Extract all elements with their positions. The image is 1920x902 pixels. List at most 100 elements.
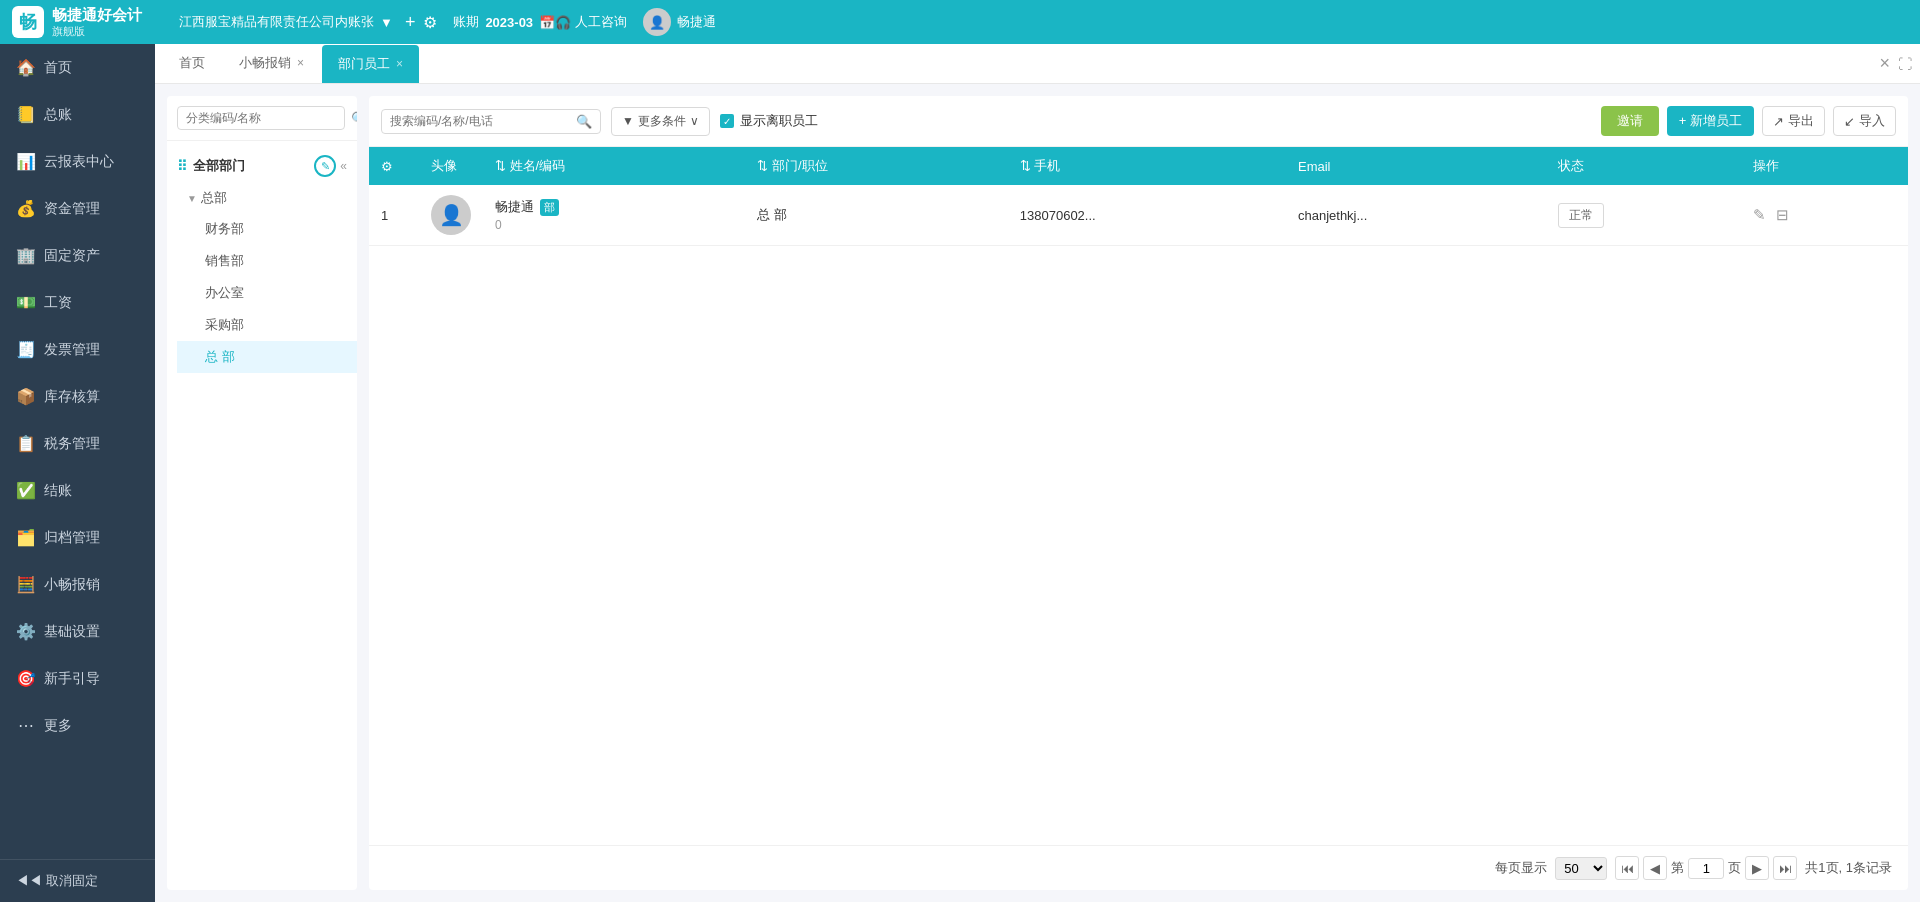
logout-icon[interactable]: ⊟	[1776, 206, 1789, 224]
header-add-btn[interactable]: +	[405, 12, 416, 33]
col-name[interactable]: ⇅ 姓名/编码	[483, 147, 745, 185]
last-page-btn[interactable]: ⏭	[1773, 856, 1797, 880]
dept-item-headquarter[interactable]: ▼ 总部	[177, 183, 357, 213]
sidebar-item-reports[interactable]: 📊 云报表中心	[0, 138, 155, 185]
sidebar-item-settings[interactable]: ⚙️ 基础设置	[0, 608, 155, 655]
consult-btn[interactable]: 🎧 人工咨询	[555, 13, 627, 31]
action-icons-container: ✎ ⊟	[1753, 206, 1896, 224]
cell-email: chanjethkj...	[1286, 185, 1546, 246]
guide-icon: 🎯	[16, 669, 36, 688]
tab-expense[interactable]: 小畅报销 ×	[223, 45, 320, 83]
search-icon[interactable]: 🔍	[576, 114, 592, 129]
sidebar-item-payroll[interactable]: 💵 工资	[0, 279, 155, 326]
col-settings[interactable]: ⚙	[369, 147, 419, 185]
name-badge-container: 畅捷通 部	[495, 198, 733, 216]
page-input[interactable]	[1688, 858, 1724, 879]
search-box: 🔍	[381, 109, 601, 134]
chevron-down-icon-filter: ∨	[690, 114, 699, 128]
sidebar-item-closing[interactable]: ✅ 结账	[0, 467, 155, 514]
sidebar-item-guide[interactable]: 🎯 新手引导	[0, 655, 155, 702]
sidebar-item-home[interactable]: 🏠 首页	[0, 44, 155, 91]
invite-button[interactable]: 邀请	[1601, 106, 1659, 136]
employee-toolbar: 🔍 ▼ 更多条件 ∨ ✓ 显示离职员工 邀请 + 新增员工	[369, 96, 1908, 147]
dept-item-finance[interactable]: 财务部	[177, 213, 357, 245]
maximize-icon[interactable]: ⛶	[1898, 56, 1912, 72]
consult-label: 人工咨询	[575, 13, 627, 31]
expense-icon: 🧮	[16, 575, 36, 594]
sidebar-item-capital[interactable]: 💰 资金管理	[0, 185, 155, 232]
sidebar-label-payroll: 工资	[44, 294, 72, 312]
user-menu[interactable]: 👤 畅捷通	[643, 8, 716, 36]
top-header: 畅 畅捷通好会计 旗舰版 江西服宝精品有限责任公司内账张 ▼ + ⚙ 账期 20…	[0, 0, 1920, 44]
dept-item-purchase[interactable]: 采购部	[177, 309, 357, 341]
table-footer: 每页显示 50 100 200 ⏮ ◀ 第 页 ▶ ⏭	[369, 845, 1908, 890]
col-dept[interactable]: ⇅ 部门/职位	[745, 147, 1007, 185]
import-button[interactable]: ↙ 导入	[1833, 106, 1896, 136]
cell-index: 1	[369, 185, 419, 246]
ledger-icon: 📒	[16, 105, 36, 124]
add-employee-button[interactable]: + 新增员工	[1667, 106, 1754, 136]
show-resigned-checkbox[interactable]: ✓	[720, 114, 734, 128]
table-header: ⚙ 头像 ⇅ 姓名/编码 ⇅ 部门/职位 ⇅ 手机 Email 状态 操作	[369, 147, 1908, 185]
sidebar-item-expense[interactable]: 🧮 小畅报销	[0, 561, 155, 608]
capital-icon: 💰	[16, 199, 36, 218]
sidebar-label-closing: 结账	[44, 482, 72, 500]
all-dept-label-area: ⠿ 全部部门	[177, 157, 245, 175]
period-value: 2023-03	[485, 15, 533, 30]
col-actions: 操作	[1741, 147, 1908, 185]
sidebar-item-tax[interactable]: 📋 税务管理	[0, 420, 155, 467]
sidebar-item-invoice[interactable]: 🧾 发票管理	[0, 326, 155, 373]
export-button[interactable]: ↗ 导出	[1762, 106, 1825, 136]
dept-edit-icon[interactable]: ✎	[314, 155, 336, 177]
employee-avatar: 👤	[431, 195, 471, 235]
sidebar: 🏠 首页 📒 总账 📊 云报表中心 💰 资金管理 🏢 固定资产 💵 工资 🧾 发…	[0, 44, 155, 902]
search-input[interactable]	[390, 114, 570, 128]
filter-btn[interactable]: ▼ 更多条件 ∨	[611, 107, 710, 136]
all-dept-header[interactable]: ⠿ 全部部门 ✎ «	[167, 149, 357, 183]
logo-icon: 畅	[12, 6, 44, 38]
invoice-icon: 🧾	[16, 340, 36, 359]
company-selector[interactable]: 江西服宝精品有限责任公司内账张 ▼	[179, 13, 393, 31]
tab-employees-close[interactable]: ×	[396, 57, 403, 71]
sidebar-item-archive[interactable]: 🗂️ 归档管理	[0, 514, 155, 561]
prev-page-btn[interactable]: ◀	[1643, 856, 1667, 880]
dept-item-general[interactable]: 总 部	[177, 341, 357, 373]
archive-icon: 🗂️	[16, 528, 36, 547]
tab-home-label: 首页	[179, 54, 205, 72]
period-selector[interactable]: 账期 2023-03 📅	[453, 13, 555, 31]
filter-label: 更多条件	[638, 113, 686, 130]
period-label: 账期	[453, 13, 479, 31]
employee-code: 0	[495, 218, 733, 232]
dept-search-icon[interactable]: 🔍	[351, 111, 357, 126]
sidebar-item-inventory[interactable]: 📦 库存核算	[0, 373, 155, 420]
payroll-icon: 💵	[16, 293, 36, 312]
close-window-icon[interactable]: ×	[1879, 53, 1890, 74]
settings-icon: ⚙️	[16, 622, 36, 641]
tab-employees[interactable]: 部门员工 ×	[322, 45, 419, 83]
dept-tree: ⠿ 全部部门 ✎ « ▼ 总部	[167, 141, 357, 890]
company-name: 江西服宝精品有限责任公司内账张	[179, 13, 374, 31]
cell-phone: 138070602...	[1008, 185, 1286, 246]
dept-item-office[interactable]: 办公室	[177, 277, 357, 309]
sidebar-item-assets[interactable]: 🏢 固定资产	[0, 232, 155, 279]
sidebar-item-ledger[interactable]: 📒 总账	[0, 91, 155, 138]
edit-icon[interactable]: ✎	[1753, 206, 1766, 224]
tab-home[interactable]: 首页	[163, 45, 221, 83]
next-page-btn[interactable]: ▶	[1745, 856, 1769, 880]
per-page-select[interactable]: 50 100 200	[1555, 857, 1607, 880]
cancel-fixed-btn[interactable]: ◀◀ 取消固定	[0, 860, 155, 902]
settings-icon-header[interactable]: ⚙	[423, 13, 437, 32]
dept-item-sales[interactable]: 销售部	[177, 245, 357, 277]
page-nav: ⏮ ◀ 第 页 ▶ ⏭	[1615, 856, 1797, 880]
sidebar-item-more[interactable]: ⋯ 更多	[0, 702, 155, 749]
col-phone[interactable]: ⇅ 手机	[1008, 147, 1286, 185]
show-resigned-toggle[interactable]: ✓ 显示离职员工	[720, 112, 818, 130]
first-page-btn[interactable]: ⏮	[1615, 856, 1639, 880]
headset-icon: 🎧	[555, 15, 571, 30]
dept-search-area: 🔍	[167, 96, 357, 141]
employee-dept-badge: 部	[540, 199, 559, 216]
dept-search-input[interactable]	[177, 106, 345, 130]
tab-expense-close[interactable]: ×	[297, 56, 304, 70]
page-suffix: 页	[1728, 859, 1741, 877]
dept-collapse-icon[interactable]: «	[340, 159, 347, 173]
